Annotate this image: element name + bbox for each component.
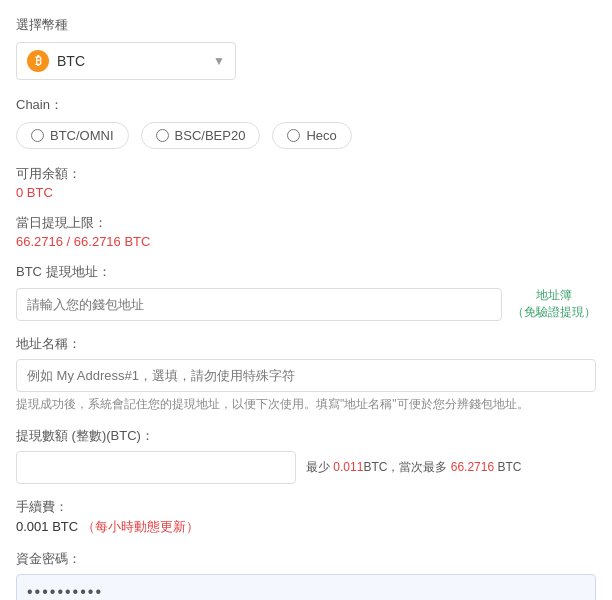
- address-name-hint: 提現成功後，系統會記住您的提現地址，以便下次使用。填寫"地址名稱"可便於您分辨錢…: [16, 396, 596, 413]
- chain-radio-heco[interactable]: [287, 129, 300, 142]
- password-section: 資金密碼：: [16, 550, 596, 600]
- daily-limit-section: 當日提現上限： 66.2716 / 66.2716 BTC: [16, 214, 596, 249]
- available-balance-value: 0 BTC: [16, 185, 596, 200]
- available-balance-section: 可用余額： 0 BTC: [16, 165, 596, 200]
- amount-section: 提現數額 (整數)(BTC)： 最少 0.011BTC，當次最多 66.2716…: [16, 427, 596, 484]
- fee-update-notice: （每小時動態更新）: [82, 519, 199, 534]
- currency-select-text: BTC: [57, 53, 213, 69]
- amount-min: 0.011: [333, 460, 363, 474]
- fee-value: 0.001 BTC （每小時動態更新）: [16, 518, 596, 536]
- address-book-line2: （免驗證提現）: [512, 304, 596, 321]
- chain-section: Chain： BTC/OMNI BSC/BEP20 Heco: [16, 96, 596, 149]
- password-input[interactable]: [16, 574, 596, 600]
- fee-section: 手續費： 0.001 BTC （每小時動態更新）: [16, 498, 596, 536]
- chain-option-btcomni-label: BTC/OMNI: [50, 128, 114, 143]
- address-field-row: 地址簿 （免驗證提現）: [16, 287, 596, 321]
- address-field-label: BTC 提現地址：: [16, 263, 596, 281]
- amount-hint-prefix: 最少: [306, 460, 333, 474]
- chain-option-bscbep20[interactable]: BSC/BEP20: [141, 122, 261, 149]
- address-name-section: 地址名稱： 提現成功後，系統會記住您的提現地址，以便下次使用。填寫"地址名稱"可…: [16, 335, 596, 413]
- address-name-label: 地址名稱：: [16, 335, 596, 353]
- currency-select[interactable]: ₿ BTC ▼: [16, 42, 236, 80]
- chevron-down-icon: ▼: [213, 54, 225, 68]
- chain-radio-bscbep20[interactable]: [156, 129, 169, 142]
- amount-input[interactable]: [16, 451, 296, 484]
- chain-option-heco[interactable]: Heco: [272, 122, 351, 149]
- daily-limit-value: 66.2716 / 66.2716 BTC: [16, 234, 596, 249]
- amount-row: 最少 0.011BTC，當次最多 66.2716 BTC: [16, 451, 596, 484]
- chain-options: BTC/OMNI BSC/BEP20 Heco: [16, 122, 596, 149]
- fee-amount: 0.001 BTC: [16, 519, 78, 534]
- chain-radio-btcomni[interactable]: [31, 129, 44, 142]
- amount-label: 提現數額 (整數)(BTC)：: [16, 427, 596, 445]
- daily-limit-label: 當日提現上限：: [16, 214, 596, 232]
- address-book-line1: 地址簿: [512, 287, 596, 304]
- password-label: 資金密碼：: [16, 550, 596, 568]
- currency-section-label: 選擇幣種: [16, 16, 596, 34]
- chain-label: Chain：: [16, 96, 596, 114]
- btc-icon: ₿: [27, 50, 49, 72]
- amount-currency: BTC，: [363, 460, 399, 474]
- amount-max: 66.2716: [451, 460, 494, 474]
- chain-option-bscbep20-label: BSC/BEP20: [175, 128, 246, 143]
- address-name-input[interactable]: [16, 359, 596, 392]
- amount-hint: 最少 0.011BTC，當次最多 66.2716 BTC: [306, 459, 521, 476]
- amount-max-prefix: 當次最多: [399, 460, 450, 474]
- fee-label: 手續費：: [16, 498, 596, 516]
- amount-max-currency: BTC: [497, 460, 521, 474]
- address-book-link[interactable]: 地址簿 （免驗證提現）: [512, 287, 596, 321]
- available-balance-label: 可用余額：: [16, 165, 596, 183]
- currency-select-wrapper[interactable]: ₿ BTC ▼: [16, 42, 236, 80]
- address-input[interactable]: [16, 288, 502, 321]
- address-field-section: BTC 提現地址： 地址簿 （免驗證提現）: [16, 263, 596, 321]
- chain-option-btcomni[interactable]: BTC/OMNI: [16, 122, 129, 149]
- chain-option-heco-label: Heco: [306, 128, 336, 143]
